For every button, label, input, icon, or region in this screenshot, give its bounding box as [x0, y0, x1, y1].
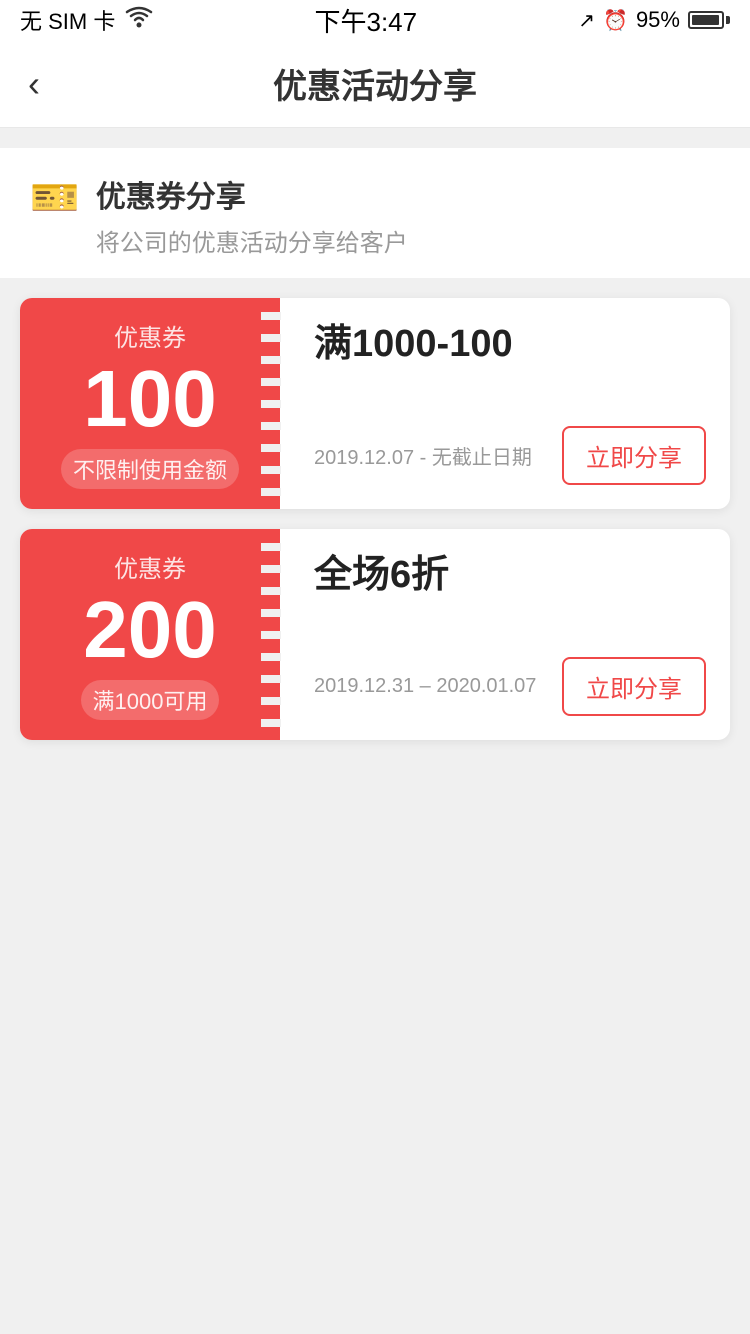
section-title: 优惠券分享 — [96, 178, 408, 217]
battery-percent: 95% — [636, 7, 680, 33]
coupon-card-2: 优惠券 200 满1000可用 全场6折 2019.12.31 – 2020.0… — [20, 529, 730, 740]
coupon-right-1: 满1000-100 2019.12.07 - 无截止日期 立即分享 — [280, 298, 730, 509]
coupon-right-2: 全场6折 2019.12.31 – 2020.01.07 立即分享 — [280, 529, 730, 740]
coupon-bottom-2: 2019.12.31 – 2020.01.07 立即分享 — [314, 657, 706, 716]
coupon-card-1: 优惠券 100 不限制使用金额 满1000-100 2019.12.07 - 无… — [20, 298, 730, 509]
coupon-label-2: 优惠券 — [114, 549, 186, 584]
alarm-icon: ⏰ — [603, 8, 628, 33]
nav-bar: ‹ 优惠活动分享 — [0, 40, 750, 128]
status-right: ↗ ⏰ 95% — [578, 7, 730, 33]
coupon-bottom-1: 2019.12.07 - 无截止日期 立即分享 — [314, 426, 706, 485]
coupon-date-1: 2019.12.07 - 无截止日期 — [314, 441, 562, 470]
location-icon: ↗ — [578, 8, 595, 33]
coupon-condition-1: 不限制使用金额 — [61, 449, 239, 489]
wifi-icon — [125, 6, 153, 34]
battery-icon — [688, 11, 730, 29]
coupon-label-1: 优惠券 — [114, 318, 186, 353]
coupon-amount-1: 100 — [83, 359, 216, 439]
section-text-block: 优惠券分享 将公司的优惠活动分享给客户 — [96, 178, 408, 258]
share-button-1[interactable]: 立即分享 — [562, 426, 706, 485]
coupon-list: 优惠券 100 不限制使用金额 满1000-100 2019.12.07 - 无… — [0, 278, 750, 760]
coupon-name-2: 全场6折 — [314, 553, 706, 599]
share-button-2[interactable]: 立即分享 — [562, 657, 706, 716]
coupon-left-1: 优惠券 100 不限制使用金额 — [20, 298, 280, 509]
coupon-name-1: 满1000-100 — [314, 322, 706, 368]
section-subtitle: 将公司的优惠活动分享给客户 — [96, 223, 408, 258]
status-time: 下午3:47 — [315, 2, 418, 39]
empty-area — [0, 760, 750, 1260]
coupon-amount-2: 200 — [83, 590, 216, 670]
section-header: 🎫 优惠券分享 将公司的优惠活动分享给客户 — [0, 148, 750, 278]
coupon-date-2: 2019.12.31 – 2020.01.07 — [314, 675, 562, 698]
carrier-text: 无 SIM 卡 — [20, 4, 115, 36]
coupon-left-2: 优惠券 200 满1000可用 — [20, 529, 280, 740]
status-bar: 无 SIM 卡 下午3:47 ↗ ⏰ 95% — [0, 0, 750, 40]
status-left: 无 SIM 卡 — [20, 4, 153, 36]
back-button[interactable]: ‹ — [28, 63, 40, 105]
coupon-condition-2: 满1000可用 — [81, 680, 220, 720]
section-icon: 🎫 — [30, 178, 80, 218]
page-title: 优惠活动分享 — [273, 59, 477, 108]
